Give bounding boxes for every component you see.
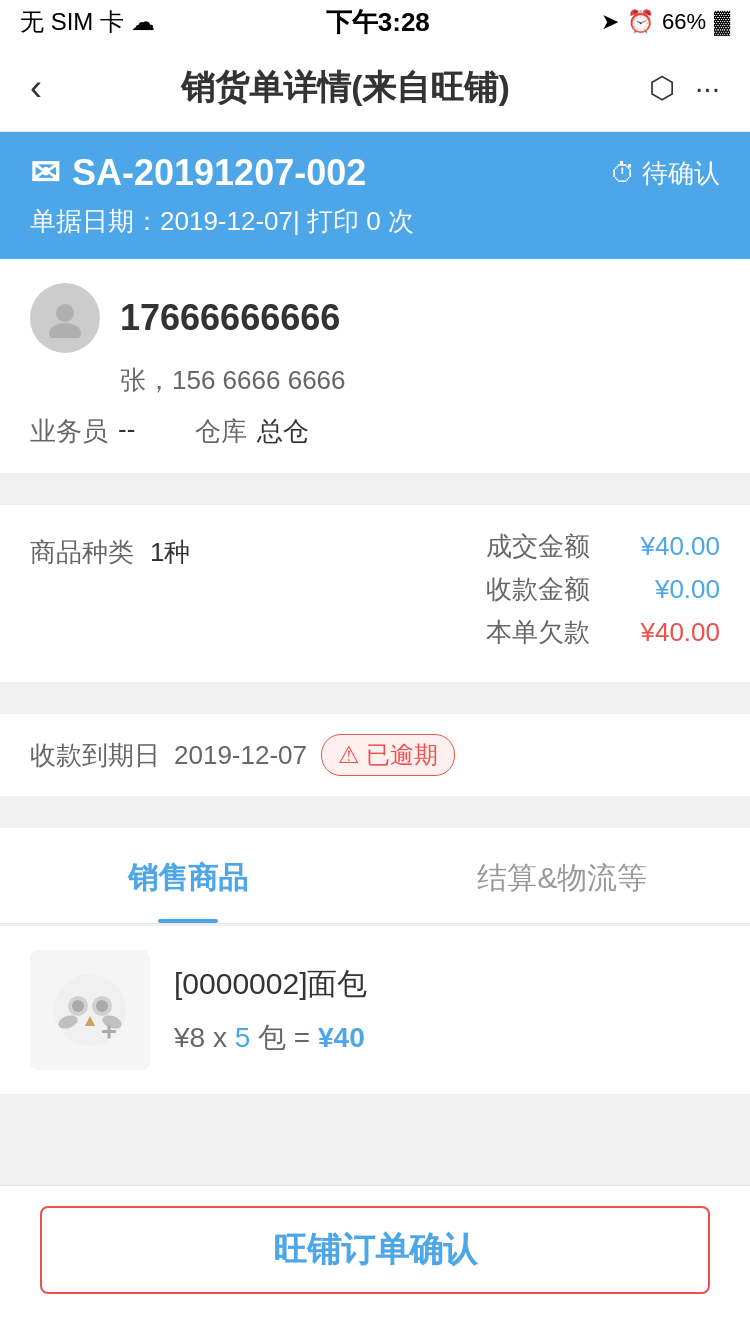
order-icon: ✉ [30,152,60,194]
alarm-icon: ⏰ [627,9,654,35]
status-clock-icon: ⏱ [610,158,636,189]
section-divider-3 [0,812,750,828]
customer-section: 17666666666 张，156 6666 6666 业务员 -- 仓库 总仓 [0,259,750,473]
product-types: 商品种类 1种 [30,529,190,570]
customer-meta: 业务员 -- 仓库 总仓 [30,414,720,449]
due-date-value: 2019-12-07 [174,740,307,771]
battery-status: 66% [662,9,706,35]
confirm-order-button[interactable]: 旺铺订单确认 [40,1206,710,1294]
section-divider-1 [0,489,750,505]
amounts-right: 成交金额 ¥40.00 收款金额 ¥0.00 本单欠款 ¥40.00 [486,529,720,658]
status-bar: 无 SIM 卡 ☁ 下午3:28 ➤ ⏰ 66% ▓ [0,0,750,44]
product-thumbnail [30,950,150,1070]
product-info: [0000002]面包 ¥8 x 5 包 = ¥40 [174,964,720,1057]
order-date: 单据日期：2019-12-07| 打印 0 次 [30,204,720,239]
product-unit: 包 [258,1022,286,1053]
price-separator-1: x [213,1022,235,1053]
received-label: 收款金额 [486,572,590,607]
due-date-label: 收款到期日 [30,738,160,773]
svg-point-1 [49,323,81,338]
svg-point-5 [72,1000,84,1012]
due-date-section: 收款到期日 2019-12-07 ⚠ 已逾期 [0,714,750,796]
order-id: ✉ SA-20191207-002 [30,152,366,194]
page-title: 销货单详情(来自旺铺) [181,65,510,111]
product-list: [0000002]面包 ¥8 x 5 包 = ¥40 [0,926,750,1095]
nav-actions: ⬡ ··· [649,70,720,105]
overdue-icon: ⚠ [338,741,360,769]
overdue-badge: ⚠ 已逾期 [321,734,455,776]
order-header: ✉ SA-20191207-002 ⏱ 待确认 单据日期：2019-12-07|… [0,132,750,259]
tab-settlement[interactable]: 结算&物流等 [375,828,750,923]
status-left: 无 SIM 卡 ☁ [20,6,155,38]
staff-info: 业务员 -- [30,414,135,449]
warehouse-info: 仓库 总仓 [195,414,309,449]
avatar [30,283,100,353]
status-right: ➤ ⏰ 66% ▓ [601,9,730,35]
product-name: [0000002]面包 [174,964,720,1005]
staff-label: 业务员 [30,414,108,449]
location-icon: ➤ [601,9,619,35]
staff-value: -- [118,414,135,449]
transaction-row: 成交金额 ¥40.00 [486,529,720,564]
product-price-row: ¥8 x 5 包 = ¥40 [174,1019,720,1057]
svg-point-2 [54,974,126,1046]
overdue-text: 已逾期 [366,739,438,771]
battery-icon: ▓ [714,9,730,35]
transaction-value: ¥40.00 [610,531,720,562]
section-divider-2 [0,698,750,714]
share-button[interactable]: ⬡ [649,70,675,105]
more-button[interactable]: ··· [695,71,720,105]
transaction-label: 成交金额 [486,529,590,564]
back-button[interactable]: ‹ [30,67,42,109]
warehouse-value: 总仓 [257,414,309,449]
svg-point-0 [56,304,74,322]
tab-products[interactable]: 销售商品 [0,828,375,923]
received-row: 收款金额 ¥0.00 [486,572,720,607]
product-types-label: 商品种类 [30,535,134,570]
status-time: 下午3:28 [326,5,430,40]
product-types-value: 1种 [150,535,190,570]
product-price: ¥8 [174,1022,205,1053]
order-status: ⏱ 待确认 [610,156,720,191]
warehouse-label: 仓库 [195,414,247,449]
owed-label: 本单欠款 [486,615,590,650]
svg-rect-11 [108,1025,111,1039]
owed-value: ¥40.00 [610,617,720,648]
svg-point-6 [96,1000,108,1012]
customer-phone: 17666666666 [120,297,340,339]
bottom-bar: 旺铺订单确认 [0,1185,750,1334]
nav-bar: ‹ 销货单详情(来自旺铺) ⬡ ··· [0,44,750,132]
customer-name: 张，156 6666 6666 [120,363,720,398]
price-separator-2: = [294,1022,318,1053]
product-total: ¥40 [318,1022,365,1053]
tabs-section: 销售商品 结算&物流等 [0,828,750,924]
product-quantity: 5 [235,1022,251,1053]
sim-status: 无 SIM 卡 ☁ [20,6,155,38]
product-item: [0000002]面包 ¥8 x 5 包 = ¥40 [0,926,750,1095]
amount-section: 商品种类 1种 成交金额 ¥40.00 收款金额 ¥0.00 本单欠款 ¥40.… [0,505,750,682]
owed-row: 本单欠款 ¥40.00 [486,615,720,650]
received-value: ¥0.00 [610,574,720,605]
